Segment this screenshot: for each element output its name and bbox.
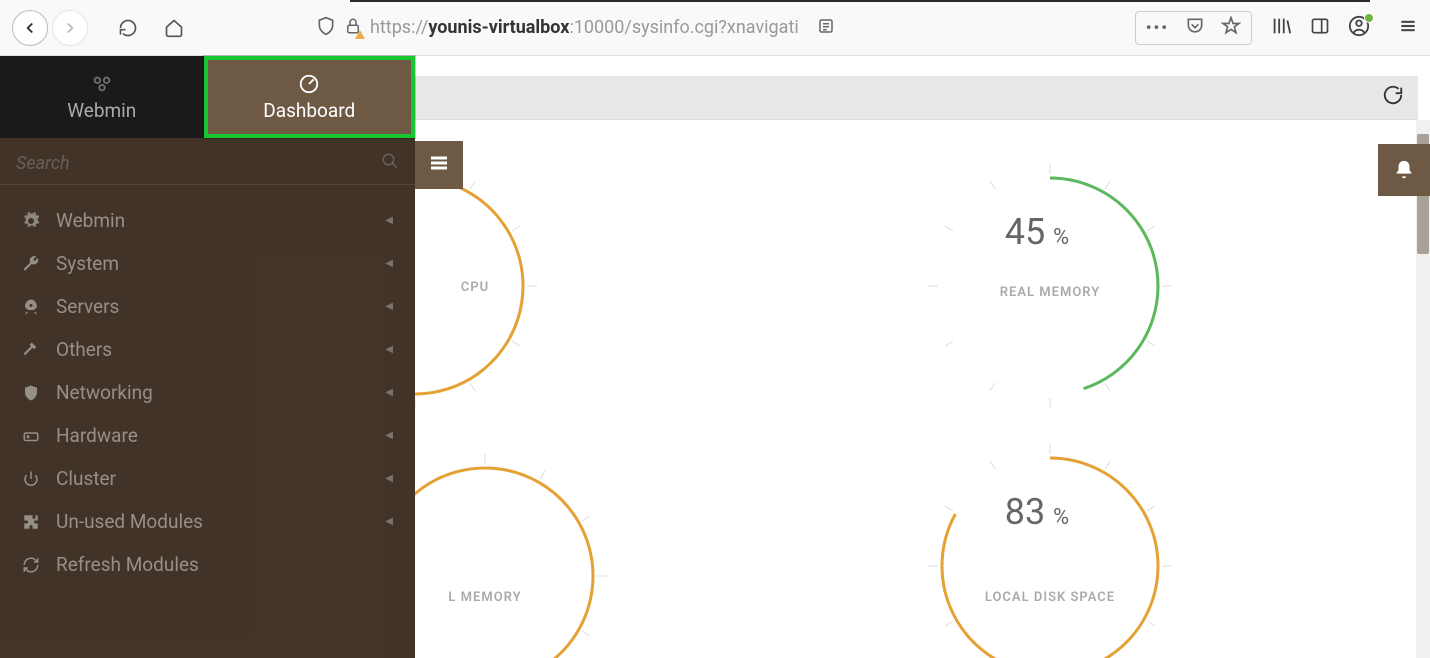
- tab-dashboard[interactable]: Dashboard: [204, 56, 416, 138]
- gauge-real-memory: 45 % REAL MEMORY: [920, 156, 1180, 416]
- hammer-icon: [22, 341, 42, 359]
- bookmark-star-icon[interactable]: [1221, 16, 1241, 40]
- webmin-logo-icon: [91, 73, 113, 95]
- sidebar-item-servers[interactable]: Servers◀: [0, 285, 415, 328]
- gauge-disk-value: 83: [1005, 491, 1045, 533]
- sidebar-item-others[interactable]: Others◀: [0, 328, 415, 371]
- chevron-left-icon: ◀: [385, 387, 393, 398]
- sidebar: Webmin Dashboard Webmin◀System◀Servers◀O…: [0, 56, 415, 658]
- gauges-panel: CPU 45 % REAL MEMORY: [415, 126, 1410, 658]
- sidebar-item-cluster[interactable]: Cluster◀: [0, 457, 415, 500]
- chevron-left-icon: ◀: [385, 516, 393, 527]
- shield-icon: [22, 384, 42, 402]
- pocket-icon[interactable]: [1185, 16, 1205, 40]
- puzzle-icon: [22, 513, 42, 531]
- lock-warning-icon[interactable]: [344, 17, 362, 39]
- gauge-mem-pct: %: [1053, 225, 1069, 250]
- account-icon[interactable]: [1348, 15, 1370, 41]
- gauge-local-disk: 83 % LOCAL DISK SPACE: [920, 436, 1180, 658]
- sidebar-item-label: Refresh Modules: [56, 553, 393, 576]
- tab-dashboard-label: Dashboard: [263, 99, 355, 122]
- sidebar-menu: Webmin◀System◀Servers◀Others◀Networking◀…: [0, 185, 415, 600]
- reader-mode-icon[interactable]: [817, 17, 835, 39]
- forward-button[interactable]: [52, 10, 88, 46]
- hdd-icon: [22, 427, 42, 445]
- chevron-left-icon: ◀: [385, 258, 393, 269]
- back-button[interactable]: [12, 10, 48, 46]
- more-icon[interactable]: •••: [1146, 18, 1169, 37]
- sidebar-item-label: Cluster: [56, 467, 385, 490]
- gauge-vmem-label: L MEMORY: [448, 590, 521, 605]
- cog-icon: [22, 212, 42, 230]
- url-text[interactable]: https://younis-virtualbox:10000/sysinfo.…: [370, 17, 799, 38]
- search-input[interactable]: [16, 153, 381, 174]
- menu-icon[interactable]: [1398, 16, 1418, 40]
- hamburger-icon: [427, 151, 451, 179]
- sidebar-item-label: Networking: [56, 381, 385, 404]
- chevron-left-icon: ◀: [385, 215, 393, 226]
- refresh-icon: [22, 556, 42, 574]
- sidebar-item-label: Un-used Modules: [56, 510, 385, 533]
- sidebar-toggle-icon[interactable]: [1310, 16, 1330, 40]
- sidebar-item-label: Hardware: [56, 424, 385, 447]
- sidebar-item-label: System: [56, 252, 385, 275]
- tab-webmin-label: Webmin: [67, 99, 136, 122]
- tab-webmin[interactable]: Webmin: [0, 56, 204, 138]
- sidebar-item-label: Webmin: [56, 209, 385, 232]
- power-icon: [22, 470, 42, 488]
- home-button[interactable]: [156, 10, 192, 46]
- gauge-virtual-memory: L MEMORY: [415, 446, 615, 658]
- gauge-disk-label: LOCAL DISK SPACE: [985, 590, 1115, 605]
- shield-icon[interactable]: [316, 16, 336, 40]
- sidebar-item-label: Others: [56, 338, 385, 361]
- sidebar-item-un-used-modules[interactable]: Un-used Modules◀: [0, 500, 415, 543]
- chevron-left-icon: ◀: [385, 473, 393, 484]
- content-area: CPU 45 % REAL MEMORY: [415, 56, 1430, 658]
- sidebar-collapse-button[interactable]: [415, 141, 463, 189]
- content-header: [415, 76, 1418, 120]
- chevron-left-icon: ◀: [385, 301, 393, 312]
- chevron-left-icon: ◀: [385, 430, 393, 441]
- gauge-cpu: CPU: [415, 156, 545, 416]
- gauge-cpu-label: CPU: [461, 280, 489, 295]
- gauge-disk-pct: %: [1053, 505, 1069, 530]
- rocket-icon: [22, 298, 42, 316]
- sidebar-item-webmin[interactable]: Webmin◀: [0, 199, 415, 242]
- reload-button[interactable]: [110, 10, 146, 46]
- dashboard-icon: [298, 73, 320, 95]
- scrollbar[interactable]: [1416, 120, 1430, 658]
- sidebar-item-hardware[interactable]: Hardware◀: [0, 414, 415, 457]
- sidebar-item-label: Servers: [56, 295, 385, 318]
- content-refresh-button[interactable]: [1382, 84, 1404, 112]
- chevron-left-icon: ◀: [385, 344, 393, 355]
- search-icon[interactable]: [381, 152, 399, 174]
- browser-toolbar: https://younis-virtualbox:10000/sysinfo.…: [0, 0, 1430, 56]
- url-bar-area: https://younis-virtualbox:10000/sysinfo.…: [316, 16, 835, 40]
- sidebar-item-networking[interactable]: Networking◀: [0, 371, 415, 414]
- search-row: [0, 138, 415, 185]
- gauge-mem-label: REAL MEMORY: [1000, 285, 1101, 300]
- gauge-mem-value: 45: [1005, 211, 1045, 253]
- sidebar-item-refresh-modules[interactable]: Refresh Modules: [0, 543, 415, 586]
- wrench-icon: [22, 255, 42, 273]
- sidebar-item-system[interactable]: System◀: [0, 242, 415, 285]
- library-icon[interactable]: [1270, 15, 1292, 41]
